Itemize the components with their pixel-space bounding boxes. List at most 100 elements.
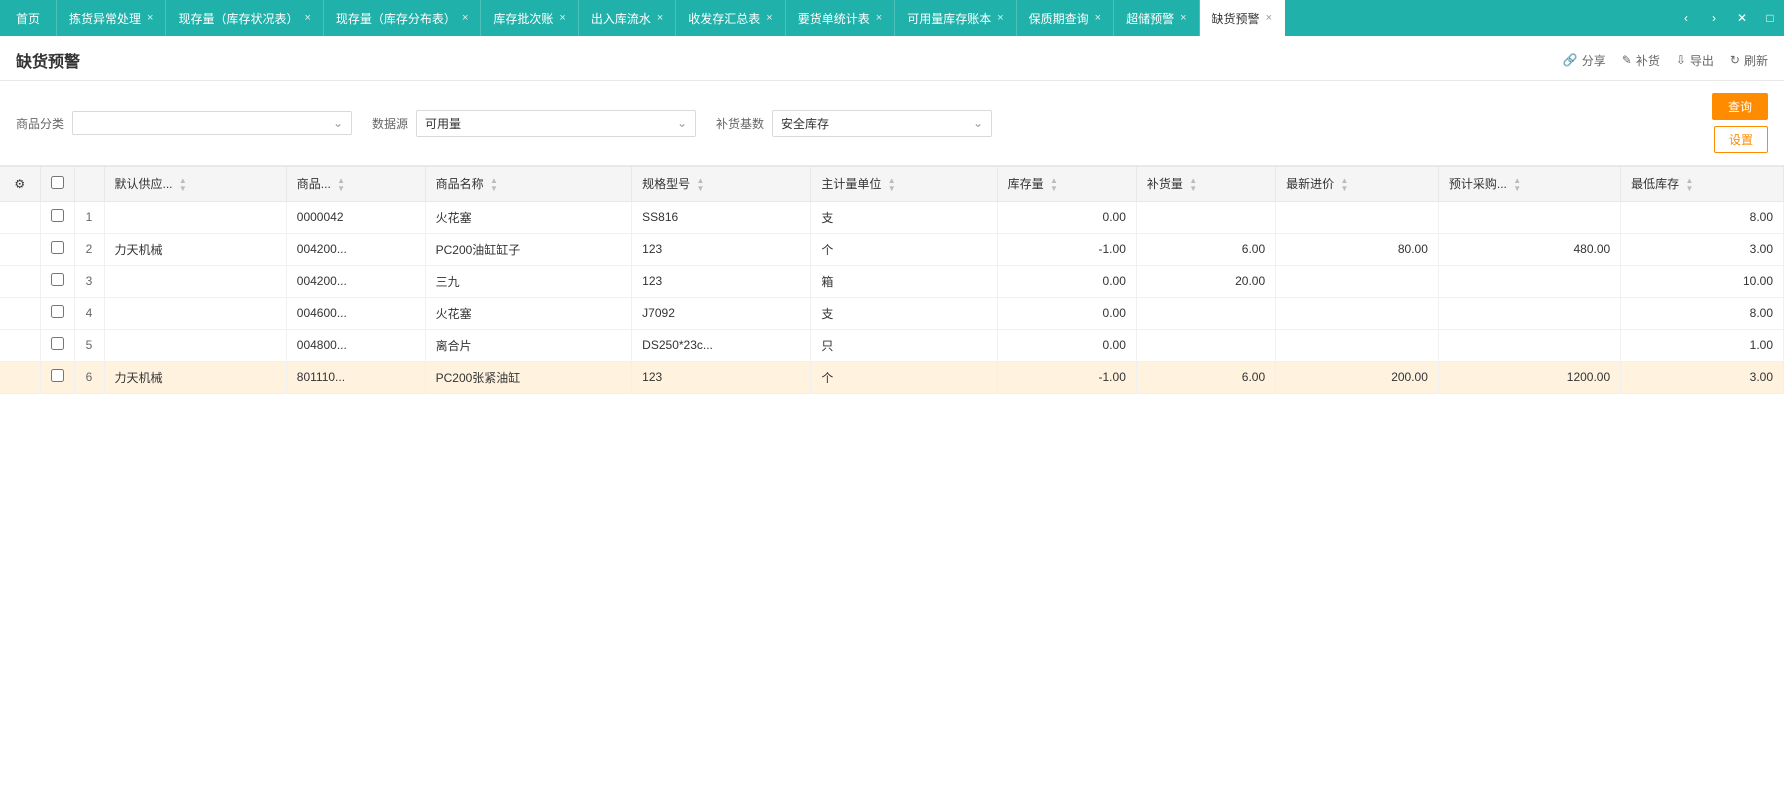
row-checkbox-cell[interactable] <box>40 297 74 329</box>
row-product-code-cell: 004800... <box>286 329 425 361</box>
row-num-cell: 3 <box>74 265 104 297</box>
tab-label: 要货单统计表 <box>798 10 870 27</box>
product-name-th[interactable]: 商品名称 ▲▼ <box>425 167 632 202</box>
query-button[interactable]: 查询 <box>1712 93 1768 120</box>
replenish-basis-select[interactable]: 安全库存 ⌄ <box>772 110 992 137</box>
tab-shortage[interactable]: 缺货预警× <box>1200 0 1285 36</box>
replenish-btn[interactable]: ✎ 补货 <box>1622 52 1660 69</box>
tab-close-icon[interactable]: × <box>1266 12 1272 24</box>
page-content: 缺货预警 🔗 分享 ✎ 补货 ⇩ 导出 ↻ 刷新 商品分类 <box>0 36 1784 796</box>
tab-close-icon[interactable]: × <box>462 12 468 24</box>
row-min-stock-cell: 8.00 <box>1621 297 1784 329</box>
spec-th[interactable]: 规格型号 ▲▼ <box>632 167 811 202</box>
tab-batch[interactable]: 库存批次账× <box>481 0 578 36</box>
tab-next-btn[interactable]: › <box>1700 0 1728 36</box>
tab-inout-flow[interactable]: 出入库流水× <box>579 0 676 36</box>
tab-prev-btn[interactable]: ‹ <box>1672 0 1700 36</box>
tab-overstock[interactable]: 超储预警× <box>1114 0 1199 36</box>
tab-label: 可用量库存账本 <box>907 10 991 27</box>
stock-th[interactable]: 库存量 ▲▼ <box>997 167 1136 202</box>
spec-sort-icon[interactable]: ▲▼ <box>697 177 705 193</box>
replenish-th[interactable]: 补货量 ▲▼ <box>1136 167 1275 202</box>
row-checkbox[interactable] <box>51 209 64 222</box>
product-name-sort-icon[interactable]: ▲▼ <box>490 177 498 193</box>
product-code-th[interactable]: 商品... ▲▼ <box>286 167 425 202</box>
row-replenish-cell <box>1136 297 1275 329</box>
supplier-th[interactable]: 默认供应... ▲▼ <box>104 167 286 202</box>
share-btn[interactable]: 🔗 分享 <box>1563 52 1606 69</box>
row-checkbox-cell[interactable] <box>40 329 74 361</box>
select-all-checkbox[interactable] <box>51 176 64 189</box>
tab-available-ledger[interactable]: 可用量库存账本 × <box>895 0 1016 36</box>
tab-close-all-btn[interactable]: ✕ <box>1728 0 1756 36</box>
replenish-sort-icon[interactable]: ▲▼ <box>1189 177 1197 193</box>
tab-exception[interactable]: 拣货异常处理 × <box>57 0 166 36</box>
unit-th[interactable]: 主计量单位 ▲▼ <box>811 167 997 202</box>
tab-close-icon[interactable]: × <box>1095 12 1101 24</box>
row-latest-price-cell <box>1276 265 1439 297</box>
datasource-filter-group: 数据源 可用量 ⌄ <box>372 110 696 137</box>
table-row: 1 0000042 火花塞 SS816 支 0.00 8.00 <box>0 201 1784 233</box>
row-checkbox-cell[interactable] <box>40 201 74 233</box>
row-unit-cell: 支 <box>811 297 997 329</box>
export-icon: ⇩ <box>1676 53 1686 67</box>
min-stock-sort-icon[interactable]: ▲▼ <box>1686 177 1694 193</box>
category-select[interactable]: ⌄ <box>72 111 352 135</box>
row-checkbox-cell[interactable] <box>40 361 74 393</box>
replenish-basis-arrow-icon: ⌄ <box>973 116 983 130</box>
datasource-select[interactable]: 可用量 ⌄ <box>416 110 696 137</box>
product-code-sort-icon[interactable]: ▲▼ <box>337 177 345 193</box>
settings-button[interactable]: 设置 <box>1714 126 1768 153</box>
tab-demand-stat[interactable]: 要货单统计表 × <box>786 0 895 36</box>
gear-th[interactable]: ⚙ <box>0 167 40 202</box>
tab-close-icon[interactable]: × <box>1180 12 1186 24</box>
row-spec-cell: 123 <box>632 233 811 265</box>
est-purchase-th[interactable]: 预计采购... ▲▼ <box>1438 167 1620 202</box>
row-checkbox[interactable] <box>51 305 64 318</box>
tab-receive-summary[interactable]: 收发存汇总表× <box>676 0 785 36</box>
row-product-name-cell: 火花塞 <box>425 201 632 233</box>
tab-close-icon[interactable]: × <box>766 12 772 24</box>
export-btn[interactable]: ⇩ 导出 <box>1676 52 1714 69</box>
supplier-sort-icon[interactable]: ▲▼ <box>179 177 187 193</box>
row-est-purchase-cell: 1200.00 <box>1438 361 1620 393</box>
table-row: 4 004600... 火花塞 J7092 支 0.00 8.00 <box>0 297 1784 329</box>
row-min-stock-cell: 10.00 <box>1621 265 1784 297</box>
row-checkbox[interactable] <box>51 369 64 382</box>
tab-expiry[interactable]: 保质期查询× <box>1017 0 1114 36</box>
latest-price-th[interactable]: 最新进价 ▲▼ <box>1276 167 1439 202</box>
tab-close-icon[interactable]: × <box>876 12 882 24</box>
row-gear-cell <box>0 201 40 233</box>
tab-inventory-status[interactable]: 现存量（库存状况表）× <box>166 0 323 36</box>
unit-sort-icon[interactable]: ▲▼ <box>888 177 896 193</box>
latest-price-sort-icon[interactable]: ▲▼ <box>1341 177 1349 193</box>
row-checkbox-cell[interactable] <box>40 265 74 297</box>
row-stock-cell: -1.00 <box>997 233 1136 265</box>
tab-close-icon[interactable]: × <box>657 12 663 24</box>
tab-close-icon[interactable]: × <box>559 12 565 24</box>
tab-inventory-dist[interactable]: 现存量（库存分布表）× <box>324 0 481 36</box>
checkbox-th[interactable] <box>40 167 74 202</box>
export-label: 导出 <box>1690 52 1714 69</box>
header-actions: 🔗 分享 ✎ 补货 ⇩ 导出 ↻ 刷新 <box>1563 52 1768 69</box>
supplier-th-label: 默认供应... <box>115 177 173 191</box>
stock-sort-icon[interactable]: ▲▼ <box>1050 177 1058 193</box>
row-checkbox[interactable] <box>51 337 64 350</box>
row-min-stock-cell: 3.00 <box>1621 361 1784 393</box>
min-stock-th[interactable]: 最低库存 ▲▼ <box>1621 167 1784 202</box>
datasource-label: 数据源 <box>372 115 408 132</box>
tab-home[interactable]: 首页 <box>0 0 57 36</box>
row-checkbox-cell[interactable] <box>40 233 74 265</box>
category-arrow-icon: ⌄ <box>333 116 343 130</box>
filter-right-actions: 查询 设置 <box>1712 93 1768 153</box>
tab-close-icon[interactable]: × <box>997 12 1003 24</box>
row-checkbox[interactable] <box>51 273 64 286</box>
tab-close-icon[interactable]: × <box>304 12 310 24</box>
est-purchase-sort-icon[interactable]: ▲▼ <box>1513 177 1521 193</box>
replenish-basis-label: 补货基数 <box>716 115 764 132</box>
tab-close-icon[interactable]: × <box>147 12 153 24</box>
refresh-btn[interactable]: ↻ 刷新 <box>1730 52 1768 69</box>
tab-expand-btn[interactable]: □ <box>1756 0 1784 36</box>
tab-label: 拣货异常处理 <box>69 10 141 27</box>
row-checkbox[interactable] <box>51 241 64 254</box>
